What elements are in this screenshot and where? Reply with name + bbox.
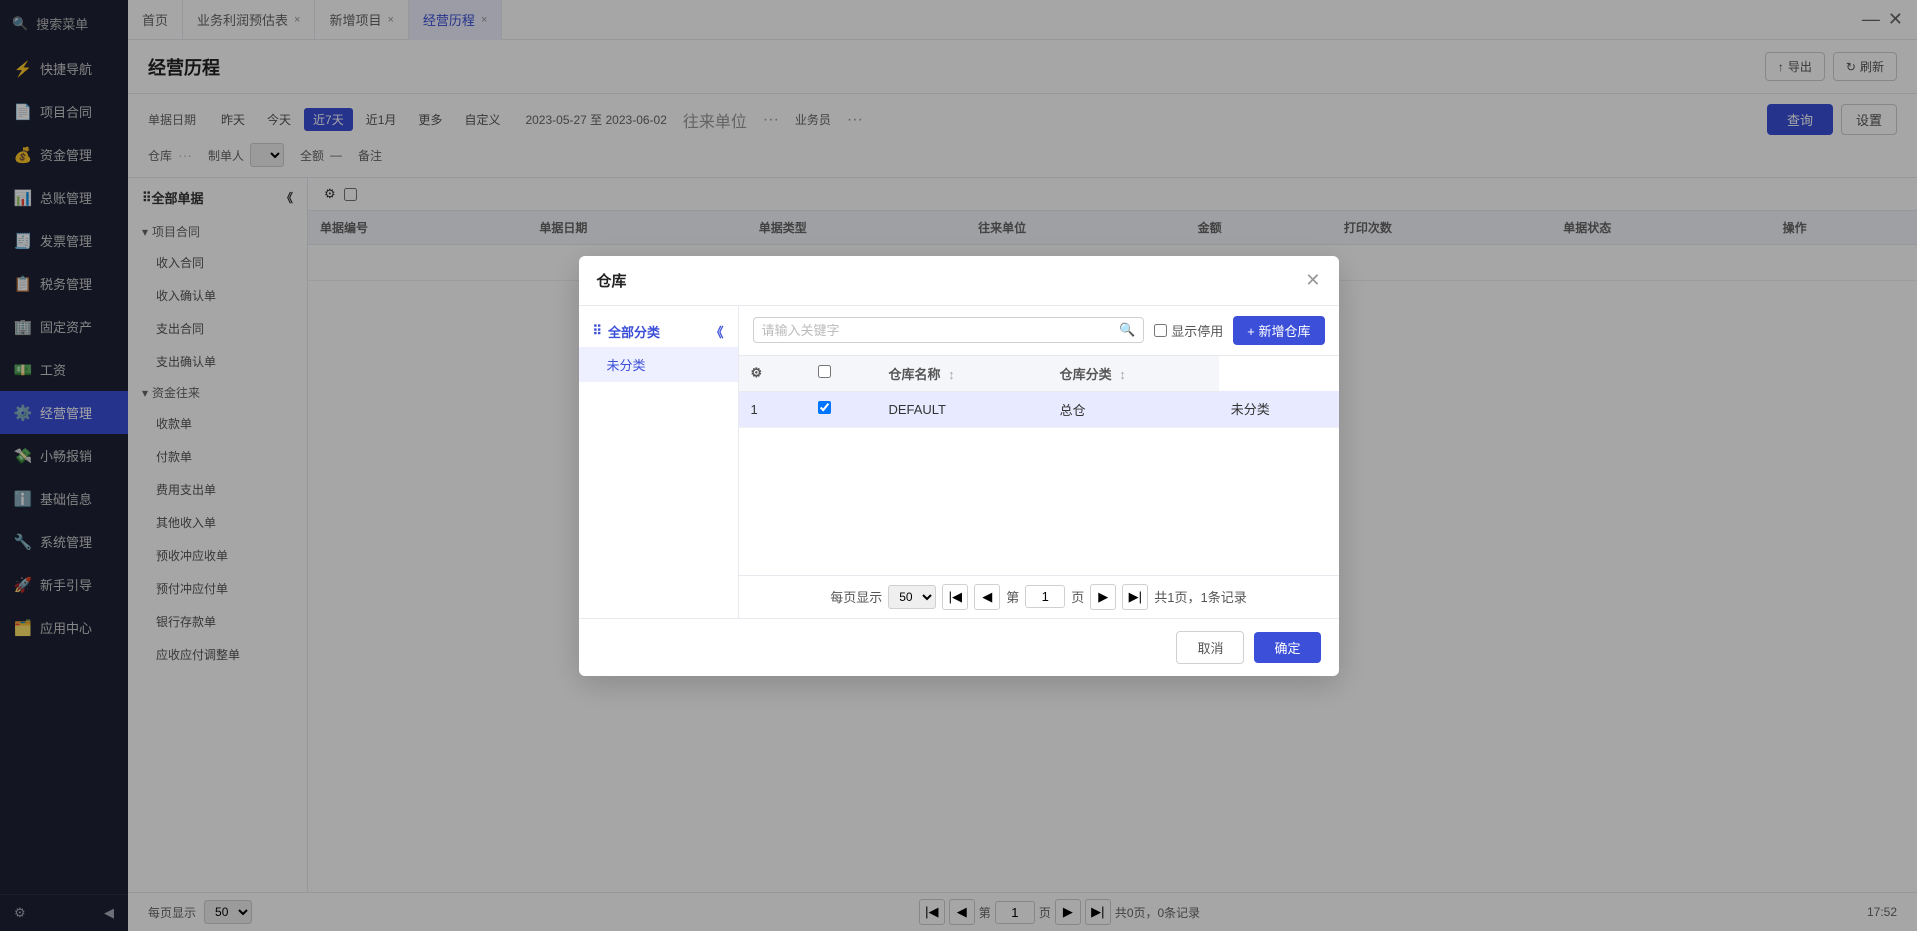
modal-title: 仓库 xyxy=(597,270,627,291)
show-disabled-label: 显示停用 xyxy=(1154,321,1223,340)
modal-page-input[interactable] xyxy=(1025,585,1065,608)
apps-icon: ⠿ xyxy=(593,323,603,339)
modal-search-box: 🔍 xyxy=(753,317,1145,343)
modal-toolbar: 🔍 显示停用 + 新增仓库 xyxy=(739,306,1339,356)
modal-total-label: 共1页，1条记录 xyxy=(1154,587,1246,606)
modal-table-row[interactable]: 1 DEFAULT 总仓 未分类 xyxy=(739,391,1339,427)
modal-col-0: ⚙ xyxy=(739,356,807,392)
modal-per-page-select[interactable]: 50 xyxy=(888,585,936,609)
modal-col-1 xyxy=(806,356,876,392)
row-code: DEFAULT xyxy=(876,391,1047,427)
modal-footer: 取消 确定 xyxy=(579,618,1339,676)
row-category: 未分类 xyxy=(1219,391,1339,427)
row-name: 总仓 xyxy=(1048,391,1219,427)
modal-col-2: 仓库名称 ↕ xyxy=(876,356,1047,392)
modal-header: 仓库 ✕ xyxy=(579,256,1339,306)
modal-left-nav: ⠿ 全部分类 《 未分类 xyxy=(579,306,739,618)
modal-first-page-btn[interactable]: |◀ xyxy=(942,584,968,610)
confirm-button[interactable]: 确定 xyxy=(1254,632,1320,663)
warehouse-modal: 仓库 ✕ ⠿ 全部分类 《 未分类 🔍 xyxy=(579,256,1339,676)
modal-search-input[interactable] xyxy=(762,323,1114,338)
modal-nav-未分类[interactable]: 未分类 xyxy=(579,347,738,382)
modal-col-3: 仓库分类 ↕ xyxy=(1048,356,1219,392)
modal-right: 🔍 显示停用 + 新增仓库 ⚙仓库名称 ↕仓库分类 ↕ 1 DEFAUL xyxy=(739,306,1339,618)
row-num: 1 xyxy=(739,391,807,427)
modal-next-page-btn[interactable]: ▶ xyxy=(1090,584,1116,610)
modal-select-all[interactable] xyxy=(818,365,831,378)
modal-prev-page-btn[interactable]: ◀ xyxy=(974,584,1000,610)
modal-table-wrap: ⚙ 仓库名称 ↕仓库分类 ↕ 1 DEFAULT 总仓 未分类 xyxy=(739,356,1339,575)
modal-per-page-label: 每页显示 xyxy=(830,587,882,606)
modal-search-icon: 🔍 xyxy=(1119,322,1135,338)
modal-body: ⠿ 全部分类 《 未分类 🔍 显示停用 + 新增仓库 xyxy=(579,306,1339,618)
modal-all-categories[interactable]: ⠿ 全部分类 《 xyxy=(579,316,738,347)
show-disabled-checkbox[interactable] xyxy=(1154,324,1167,337)
modal-collapse-icon[interactable]: 《 xyxy=(710,322,723,341)
cancel-button[interactable]: 取消 xyxy=(1176,631,1244,664)
row-check[interactable] xyxy=(806,391,876,427)
modal-overlay: 仓库 ✕ ⠿ 全部分类 《 未分类 🔍 xyxy=(0,0,1917,931)
modal-close-button[interactable]: ✕ xyxy=(1305,270,1320,291)
modal-pagination: 每页显示 50 |◀ ◀ 第 页 ▶ ▶| 共1页，1条记录 xyxy=(739,575,1339,618)
settings-icon-modal[interactable]: ⚙ xyxy=(751,365,763,380)
add-warehouse-button[interactable]: + 新增仓库 xyxy=(1233,316,1324,345)
modal-table: ⚙ 仓库名称 ↕仓库分类 ↕ 1 DEFAULT 总仓 未分类 xyxy=(739,356,1339,428)
modal-page-label: 页 xyxy=(1071,587,1084,606)
modal-first-label: 第 xyxy=(1006,587,1019,606)
modal-last-page-btn[interactable]: ▶| xyxy=(1122,584,1148,610)
